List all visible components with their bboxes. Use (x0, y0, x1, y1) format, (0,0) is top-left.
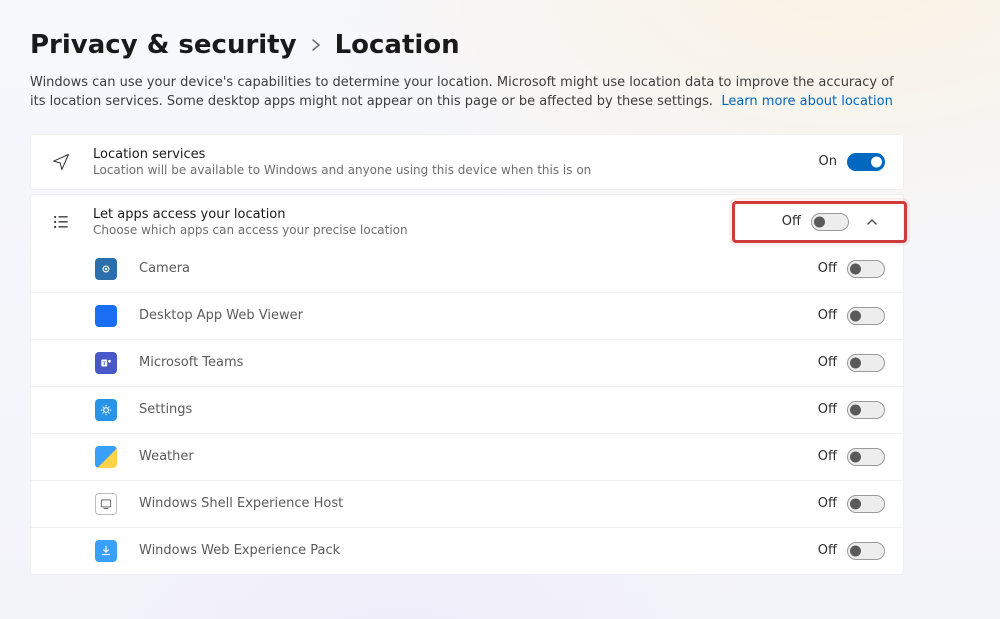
app-state: Off (818, 308, 837, 323)
list-item: Windows Web Experience Pack Off (31, 527, 903, 574)
app-name: Desktop App Web Viewer (139, 308, 796, 323)
location-services-title: Location services (93, 147, 799, 162)
app-state: Off (818, 355, 837, 370)
app-state: Off (818, 402, 837, 417)
desktop-web-viewer-toggle[interactable] (847, 307, 885, 325)
list-item: Camera Off (31, 246, 903, 292)
learn-more-link[interactable]: Learn more about location (721, 94, 893, 109)
camera-toggle[interactable] (847, 260, 885, 278)
let-apps-toggle[interactable] (811, 213, 849, 231)
desktop-web-viewer-app-icon (95, 305, 117, 327)
list-item: Settings Off (31, 386, 903, 433)
app-name: Camera (139, 261, 796, 276)
app-name: Windows Web Experience Pack (139, 543, 796, 558)
location-services-state: On (819, 154, 837, 169)
location-arrow-icon (49, 152, 73, 172)
let-apps-title: Let apps access your location (93, 207, 762, 222)
chevron-right-icon (311, 39, 321, 51)
app-name: Weather (139, 449, 796, 464)
let-apps-state: Off (782, 214, 801, 229)
list-details-icon (49, 212, 73, 232)
app-permissions-list: Camera Off Desktop App Web Viewer Off T … (30, 246, 904, 575)
page-description: Windows can use your device's capabiliti… (30, 74, 900, 112)
location-services-subtitle: Location will be available to Windows an… (93, 163, 799, 177)
location-services-row[interactable]: Location services Location will be avail… (30, 134, 904, 190)
list-item: Desktop App Web Viewer Off (31, 292, 903, 339)
breadcrumb-parent[interactable]: Privacy & security (30, 30, 297, 60)
camera-app-icon (95, 258, 117, 280)
microsoft-teams-toggle[interactable] (847, 354, 885, 372)
app-state: Off (818, 496, 837, 511)
let-apps-subtitle: Choose which apps can access your precis… (93, 223, 762, 237)
breadcrumb: Privacy & security Location (30, 30, 964, 60)
web-experience-app-icon (95, 540, 117, 562)
chevron-up-icon[interactable] (859, 216, 885, 228)
location-services-toggle[interactable] (847, 153, 885, 171)
app-name: Settings (139, 402, 796, 417)
app-name: Microsoft Teams (139, 355, 796, 370)
settings-toggle[interactable] (847, 401, 885, 419)
list-item: Weather Off (31, 433, 903, 480)
page-title: Location (335, 30, 460, 60)
weather-toggle[interactable] (847, 448, 885, 466)
app-state: Off (818, 543, 837, 558)
microsoft-teams-app-icon: T (95, 352, 117, 374)
list-item: Windows Shell Experience Host Off (31, 480, 903, 527)
let-apps-access-row[interactable]: Let apps access your location Choose whi… (30, 194, 904, 250)
app-name: Windows Shell Experience Host (139, 496, 796, 511)
weather-app-icon (95, 446, 117, 468)
app-state: Off (818, 261, 837, 276)
svg-text:T: T (102, 360, 106, 366)
app-state: Off (818, 449, 837, 464)
list-item: T Microsoft Teams Off (31, 339, 903, 386)
shell-experience-toggle[interactable] (847, 495, 885, 513)
shell-experience-app-icon (95, 493, 117, 515)
web-experience-toggle[interactable] (847, 542, 885, 560)
settings-app-icon (95, 399, 117, 421)
